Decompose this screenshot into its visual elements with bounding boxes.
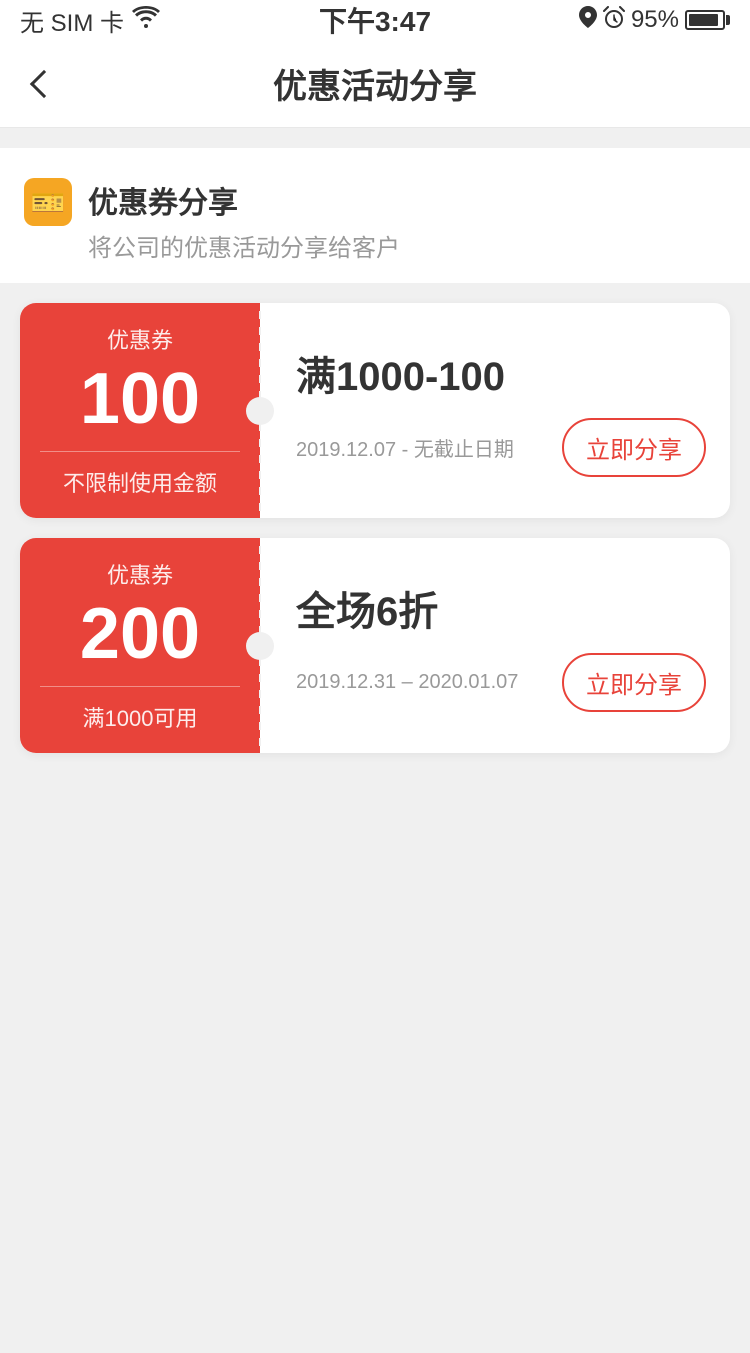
coupon-name-0: 满1000-100 [296, 344, 706, 402]
nav-bar: 优惠活动分享 [0, 40, 750, 128]
coupon-right-1: 全场6折 2019.12.31 – 2020.01.07 立即分享 [260, 538, 730, 753]
wifi-icon [132, 6, 160, 35]
coupon-amount-0: 100 [80, 363, 200, 435]
status-right: 95% [579, 6, 730, 35]
coupon-date-0: 2019.12.07 - 无截止日期 [296, 433, 550, 462]
battery-percent: 95% [631, 6, 679, 34]
coupon-label-0: 优惠券 [107, 323, 173, 355]
page-title: 优惠活动分享 [273, 59, 477, 108]
coupon-divider-0 [40, 451, 240, 452]
section-icon: 🎫 [24, 178, 72, 226]
bottom-space [0, 753, 750, 1353]
status-left: 无 SIM 卡 [20, 3, 160, 38]
coupon-meta-1: 2019.12.31 – 2020.01.07 立即分享 [296, 653, 706, 712]
share-button-1[interactable]: 立即分享 [562, 653, 706, 712]
share-button-0[interactable]: 立即分享 [562, 418, 706, 477]
battery-icon [685, 10, 730, 30]
coupon-emoji-icon: 🎫 [31, 186, 66, 219]
coupon-card: 优惠券 200 满1000可用 全场6折 2019.12.31 – 2020.0… [20, 538, 730, 753]
coupon-left-1: 优惠券 200 满1000可用 [20, 538, 260, 753]
section-subtitle: 将公司的优惠活动分享给客户 [88, 228, 400, 263]
carrier-text: 无 SIM 卡 [20, 3, 124, 38]
coupon-divider-1 [40, 686, 240, 687]
coupon-condition-1: 满1000可用 [83, 701, 198, 733]
section-header: 🎫 优惠券分享 将公司的优惠活动分享给客户 [0, 148, 750, 283]
coupon-amount-1: 200 [80, 598, 200, 670]
coupon-meta-0: 2019.12.07 - 无截止日期 立即分享 [296, 418, 706, 477]
coupon-card: 优惠券 100 不限制使用金额 满1000-100 2019.12.07 - 无… [20, 303, 730, 518]
coupon-date-1: 2019.12.31 – 2020.01.07 [296, 671, 550, 694]
coupon-condition-0: 不限制使用金额 [63, 466, 217, 498]
location-icon [579, 6, 597, 35]
section-text-block: 优惠券分享 将公司的优惠活动分享给客户 [88, 178, 400, 263]
coupon-right-0: 满1000-100 2019.12.07 - 无截止日期 立即分享 [260, 303, 730, 518]
coupon-left-0: 优惠券 100 不限制使用金额 [20, 303, 260, 518]
coupon-name-1: 全场6折 [296, 579, 706, 637]
status-bar: 无 SIM 卡 下午3:47 95% [0, 0, 750, 40]
status-time: 下午3:47 [319, 0, 431, 40]
section-title: 优惠券分享 [88, 178, 400, 222]
coupon-list: 优惠券 100 不限制使用金额 满1000-100 2019.12.07 - 无… [0, 303, 750, 753]
back-button[interactable] [24, 64, 64, 104]
alarm-icon [603, 6, 625, 35]
back-arrow-icon [30, 69, 58, 97]
coupon-label-1: 优惠券 [107, 558, 173, 590]
